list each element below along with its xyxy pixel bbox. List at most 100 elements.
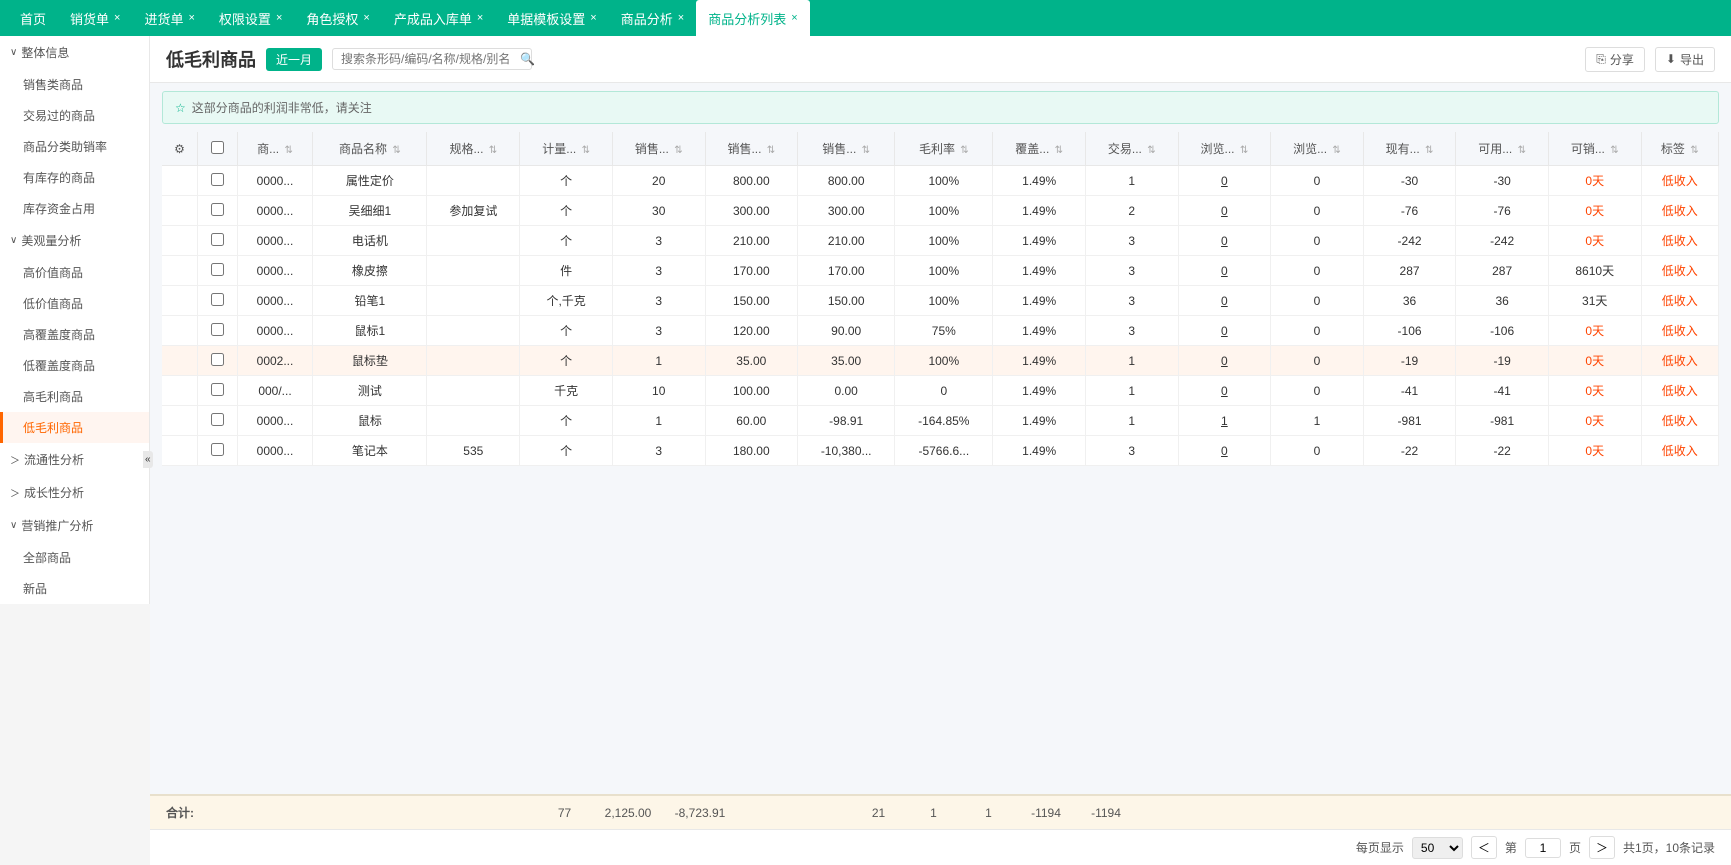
close-icon[interactable]: ×: [276, 12, 282, 24]
next-page-button[interactable]: ＞: [1589, 836, 1615, 859]
row-checkbox[interactable]: [197, 316, 237, 346]
col-sellable[interactable]: 可销... ⇅: [1548, 132, 1641, 166]
sidebar-item-low-profit[interactable]: 低毛利商品: [0, 412, 149, 443]
col-tag[interactable]: 标签 ⇅: [1641, 132, 1718, 166]
select-all-checkbox[interactable]: [211, 141, 224, 154]
sidebar-group-growth[interactable]: ＞ 成长性分析: [0, 476, 149, 509]
row-browse1[interactable]: 0: [1178, 436, 1271, 466]
row-select-checkbox[interactable]: [211, 263, 224, 276]
row-browse1[interactable]: 1: [1178, 406, 1271, 436]
close-icon[interactable]: ×: [114, 12, 120, 24]
sidebar-group-quantity[interactable]: ∨ 美观量分析: [0, 224, 149, 257]
row-tag: 低收入: [1641, 406, 1718, 436]
row-select-checkbox[interactable]: [211, 233, 224, 246]
nav-goods-analysis-list[interactable]: 商品分析列表 ×: [696, 0, 809, 36]
sidebar-item-high-value[interactable]: 高价值商品: [0, 257, 149, 288]
sidebar-item-stock-goods[interactable]: 有库存的商品: [0, 162, 149, 193]
sidebar-group-label: 整体信息: [21, 44, 69, 61]
row-sales-qty: 1: [612, 346, 705, 376]
nav-sales[interactable]: 销货单 ×: [58, 0, 132, 36]
col-sales-amount[interactable]: 销售... ⇅: [798, 132, 895, 166]
row-checkbox[interactable]: [197, 226, 237, 256]
close-icon[interactable]: ×: [678, 12, 684, 24]
row-browse1[interactable]: 0: [1178, 316, 1271, 346]
search-icon[interactable]: 🔍: [520, 52, 535, 66]
col-available[interactable]: 可用... ⇅: [1456, 132, 1549, 166]
row-browse1[interactable]: 0: [1178, 346, 1271, 376]
row-browse1[interactable]: 0: [1178, 376, 1271, 406]
col-sales-qty[interactable]: 销售... ⇅: [612, 132, 705, 166]
close-icon[interactable]: ×: [477, 12, 483, 24]
nav-permission[interactable]: 权限设置 ×: [207, 0, 294, 36]
close-icon[interactable]: ×: [188, 12, 194, 24]
sidebar-group-overall[interactable]: ∨ 整体信息: [0, 36, 149, 69]
row-checkbox[interactable]: [197, 196, 237, 226]
share-button[interactable]: ⎘ 分享: [1585, 47, 1645, 72]
col-name[interactable]: 商品名称 ⇅: [313, 132, 427, 166]
sidebar-group-marketing[interactable]: ∨ 营销推广分析: [0, 509, 149, 542]
nav-goods-analysis[interactable]: 商品分析 ×: [609, 0, 696, 36]
nav-role[interactable]: 角色授权 ×: [294, 0, 381, 36]
row-select-checkbox[interactable]: [211, 173, 224, 186]
date-filter-button[interactable]: 近一月: [266, 48, 322, 71]
row-browse1[interactable]: 0: [1178, 166, 1271, 196]
row-checkbox[interactable]: [197, 436, 237, 466]
search-input[interactable]: [332, 48, 532, 70]
col-spec[interactable]: 规格... ⇅: [427, 132, 520, 166]
nav-product-entry[interactable]: 产成品入库单 ×: [382, 0, 495, 36]
col-settings[interactable]: ⚙: [162, 132, 197, 166]
row-browse2: 0: [1271, 316, 1364, 346]
table-row: 0000... 鼠标 个 1 60.00 -98.91 -164.85% 1.4…: [162, 406, 1719, 436]
sidebar-group-label: 流通性分析: [24, 451, 84, 468]
sidebar-item-capital[interactable]: 库存资金占用: [0, 193, 149, 224]
row-select-checkbox[interactable]: [211, 383, 224, 396]
row-checkbox[interactable]: [197, 256, 237, 286]
row-select-checkbox[interactable]: [211, 323, 224, 336]
col-browse1[interactable]: 浏览... ⇅: [1178, 132, 1271, 166]
sidebar-item-low-value[interactable]: 低价值商品: [0, 288, 149, 319]
col-current[interactable]: 现有... ⇅: [1363, 132, 1456, 166]
export-button[interactable]: ⬇ 导出: [1655, 47, 1715, 72]
row-checkbox[interactable]: [197, 346, 237, 376]
row-checkbox[interactable]: [197, 376, 237, 406]
row-checkbox[interactable]: [197, 406, 237, 436]
nav-home[interactable]: 首页: [8, 0, 58, 36]
row-browse1[interactable]: 0: [1178, 196, 1271, 226]
col-transaction[interactable]: 交易... ⇅: [1085, 132, 1178, 166]
close-icon[interactable]: ×: [590, 12, 596, 24]
sidebar-group-circulation[interactable]: ＞ 流通性分析: [0, 443, 149, 476]
page-number-input[interactable]: [1525, 838, 1561, 858]
row-select-checkbox[interactable]: [211, 443, 224, 456]
row-checkbox[interactable]: [197, 166, 237, 196]
col-gross-rate[interactable]: 毛利率 ⇅: [895, 132, 993, 166]
col-coverage[interactable]: 覆盖... ⇅: [993, 132, 1086, 166]
close-icon[interactable]: ×: [791, 12, 797, 24]
sidebar-item-high-coverage[interactable]: 高覆盖度商品: [0, 319, 149, 350]
row-code: 0000...: [237, 406, 313, 436]
row-browse1[interactable]: 0: [1178, 286, 1271, 316]
prev-page-button[interactable]: ＜: [1471, 836, 1497, 859]
sidebar-item-new-goods[interactable]: 新品: [0, 573, 149, 604]
row-select-checkbox[interactable]: [211, 293, 224, 306]
col-code[interactable]: 商... ⇅: [237, 132, 313, 166]
nav-purchase[interactable]: 进货单 ×: [132, 0, 206, 36]
row-browse1[interactable]: 0: [1178, 256, 1271, 286]
page-size-select[interactable]: 50 100 200: [1412, 837, 1463, 859]
row-select-checkbox[interactable]: [211, 413, 224, 426]
sidebar-item-low-coverage[interactable]: 低覆盖度商品: [0, 350, 149, 381]
row-select-checkbox[interactable]: [211, 203, 224, 216]
sidebar-item-high-profit[interactable]: 高毛利商品: [0, 381, 149, 412]
sidebar-item-all-goods[interactable]: 全部商品: [0, 542, 149, 573]
col-browse2[interactable]: 浏览... ⇅: [1271, 132, 1364, 166]
col-sales-price[interactable]: 销售... ⇅: [705, 132, 798, 166]
sidebar-item-sales-goods[interactable]: 销售类商品: [0, 69, 149, 100]
sidebar-collapse-button[interactable]: «: [143, 451, 153, 468]
row-browse1[interactable]: 0: [1178, 226, 1271, 256]
row-select-checkbox[interactable]: [211, 353, 224, 366]
row-checkbox[interactable]: [197, 286, 237, 316]
nav-template[interactable]: 单据模板设置 ×: [495, 0, 608, 36]
sidebar-item-traded-goods[interactable]: 交易过的商品: [0, 100, 149, 131]
col-unit[interactable]: 计量... ⇅: [520, 132, 613, 166]
close-icon[interactable]: ×: [363, 12, 369, 24]
sidebar-item-category-rate[interactable]: 商品分类助销率: [0, 131, 149, 162]
